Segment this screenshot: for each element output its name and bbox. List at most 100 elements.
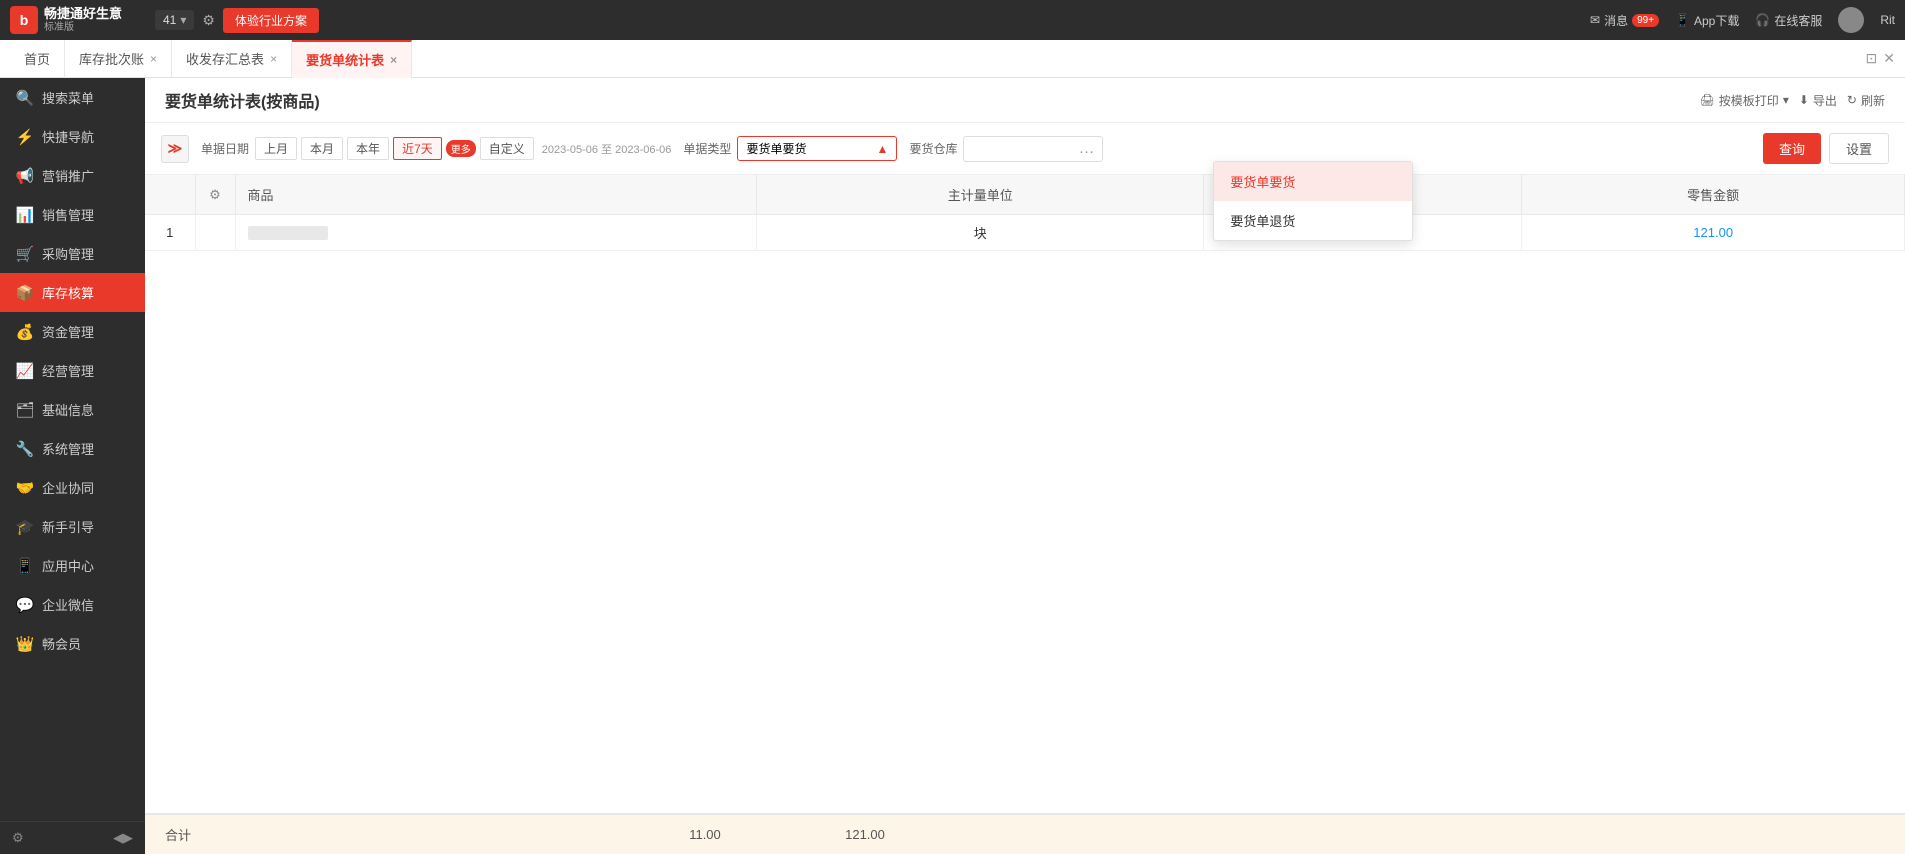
username-label: Rit — [1880, 13, 1895, 27]
sidebar-item-basic-info[interactable]: 🗂 基础信息 — [0, 390, 145, 429]
headset-icon: 🎧 — [1755, 13, 1770, 27]
date-btn-last-month[interactable]: 上月 — [255, 137, 297, 160]
export-button[interactable]: ⬇ 导出 — [1799, 92, 1837, 109]
header-middle: 41 ▾ ⚙ 体验行业方案 — [155, 8, 1590, 33]
th-index — [145, 175, 195, 215]
warehouse-filter-group: 要货仓库 … — [909, 136, 1103, 162]
refresh-button[interactable]: ↻ 刷新 — [1847, 92, 1885, 109]
type-filter-label: 单据类型 — [683, 140, 731, 157]
sidebar-item-members[interactable]: 👑 畅会员 — [0, 624, 145, 663]
mobile-icon: 📱 — [16, 557, 34, 575]
tab-receivables-summary[interactable]: 收发存汇总表 × — [172, 40, 292, 78]
sidebar-item-marketing[interactable]: 📢 营销推广 — [0, 156, 145, 195]
chat-icon: 💬 — [16, 596, 34, 614]
top-header: b 畅捷通好生意 标准版 41 ▾ ⚙ 体验行业方案 ✉ 消息 99+ 📱 Ap… — [0, 0, 1905, 40]
sidebar-item-inventory[interactable]: 📦 库存核算 — [0, 273, 145, 312]
tab-expand-icon[interactable]: ⊡ — [1866, 50, 1878, 67]
th-settings[interactable]: ⚙ — [195, 175, 235, 215]
gear-icon[interactable]: ⚙ — [202, 12, 215, 29]
print-icon: 🖨 — [1700, 93, 1715, 107]
settings-icon[interactable]: ⚙ — [12, 830, 24, 846]
lightning-icon: ⚡ — [16, 128, 34, 146]
date-filter-label: 单据日期 — [201, 140, 249, 157]
main-layout: 🔍 搜索菜单 ⚡ 快捷导航 📢 营销推广 📊 销售管理 🛒 采购管理 📦 — [0, 78, 1905, 854]
tenant-select[interactable]: 41 ▾ — [155, 10, 194, 30]
box-icon: 📦 — [16, 284, 34, 302]
wrench-icon: 🔧 — [16, 440, 34, 458]
th-product: 商品 — [235, 175, 757, 215]
tab-home[interactable]: 首页 — [10, 40, 65, 78]
sidebar-item-system[interactable]: 🔧 系统管理 — [0, 429, 145, 468]
message-button[interactable]: ✉ 消息 99+ — [1590, 12, 1659, 29]
collapse-icon[interactable]: ◀▶ — [113, 830, 133, 846]
chevron-down-icon: ▾ — [1783, 93, 1789, 107]
page-header: 要货单统计表(按商品) 🖨 按模板打印 ▾ ⬇ 导出 ↻ 刷新 — [145, 78, 1905, 123]
query-button[interactable]: 查询 — [1763, 133, 1821, 164]
expand-filter-button[interactable]: ≫ — [161, 135, 189, 163]
page-title: 要货单统计表(按商品) — [165, 88, 320, 122]
app-download-button[interactable]: 📱 App下载 — [1675, 12, 1739, 29]
sidebar-item-purchase[interactable]: 🛒 采购管理 — [0, 234, 145, 273]
sidebar-bottom: ⚙ ◀▶ — [0, 821, 145, 854]
chevron-up-icon: ▲ — [877, 142, 889, 156]
print-button[interactable]: 🖨 按模板打印 ▾ — [1700, 92, 1789, 109]
trial-button[interactable]: 体验行业方案 — [223, 8, 319, 33]
sidebar-item-enterprise-wx[interactable]: 💬 企业微信 — [0, 585, 145, 624]
sidebar-item-tutorial[interactable]: 🎓 新手引导 — [0, 507, 145, 546]
product-placeholder — [248, 226, 328, 240]
sidebar-scroll-area: 🔍 搜索菜单 ⚡ 快捷导航 📢 营销推广 📊 销售管理 🛒 采购管理 📦 — [0, 78, 145, 821]
date-btn-this-year[interactable]: 本年 — [347, 137, 389, 160]
th-amount: 零售金额 — [1522, 175, 1905, 215]
header-right: ✉ 消息 99+ 📱 App下载 🎧 在线客服 Rit — [1590, 7, 1895, 33]
online-service-button[interactable]: 🎧 在线客服 — [1755, 12, 1822, 29]
cart-icon: 🛒 — [16, 245, 34, 263]
crown-icon: 👑 — [16, 635, 34, 653]
date-btn-this-month[interactable]: 本月 — [301, 137, 343, 160]
date-more-badge[interactable]: 更多 — [446, 140, 476, 157]
sidebar-item-enterprise[interactable]: 🤝 企业协同 — [0, 468, 145, 507]
filter-actions: 查询 设置 — [1763, 133, 1889, 164]
table-footer: 合计 11.00 121.00 — [145, 813, 1905, 854]
row-amount: 121.00 — [1522, 215, 1905, 251]
more-icon: … — [1078, 140, 1094, 158]
type-option-order[interactable]: 要货单要货 — [1214, 162, 1412, 201]
message-badge: 99+ — [1632, 14, 1659, 27]
export-icon: ⬇ — [1799, 93, 1809, 107]
warehouse-select[interactable]: … — [963, 136, 1103, 162]
tab-inventory-batch[interactable]: 库存批次账 × — [65, 40, 172, 78]
tab-close-order-stats[interactable]: × — [390, 53, 397, 67]
type-select[interactable]: 要货单要货 ▲ — [737, 136, 897, 161]
tab-order-stats[interactable]: 要货单统计表 × — [292, 40, 412, 78]
tab-close-inventory-batch[interactable]: × — [150, 52, 157, 66]
th-unit: 主计量单位 — [757, 175, 1204, 215]
footer-amount: 121.00 — [785, 827, 945, 842]
type-dropdown: 要货单要货 要货单退货 — [1213, 161, 1413, 241]
table-row: 1 块 11.00 121.00 — [145, 215, 1905, 251]
type-option-return[interactable]: 要货单退货 — [1214, 201, 1412, 240]
sidebar-item-app-center[interactable]: 📱 应用中心 — [0, 546, 145, 585]
tab-close-receivables-summary[interactable]: × — [270, 52, 277, 66]
search-icon: 🔍 — [16, 89, 34, 107]
sidebar-item-sales[interactable]: 📊 销售管理 — [0, 195, 145, 234]
footer-quantity: 11.00 — [625, 827, 785, 842]
logo-icon: b — [10, 6, 38, 34]
trending-icon: 📈 — [16, 362, 34, 380]
megaphone-icon: 📢 — [16, 167, 34, 185]
data-table: ⚙ 商品 主计量单位 主数量 零售金额 1 块 — [145, 175, 1905, 251]
graduation-icon: 🎓 — [16, 518, 34, 536]
date-btn-7days[interactable]: 近7天 — [393, 137, 442, 160]
sidebar-item-finance[interactable]: 💰 资金管理 — [0, 312, 145, 351]
date-range-display: 2023-05-06 至 2023-06-06 — [542, 141, 672, 157]
avatar[interactable] — [1838, 7, 1864, 33]
sidebar-item-quick-nav[interactable]: ⚡ 快捷导航 — [0, 117, 145, 156]
sidebar-item-operations[interactable]: 📈 经营管理 — [0, 351, 145, 390]
footer-label: 合计 — [145, 825, 265, 844]
date-custom-button[interactable]: 自定义 — [480, 137, 534, 160]
page-header-actions: 🖨 按模板打印 ▾ ⬇ 导出 ↻ 刷新 — [1700, 92, 1885, 119]
type-filter-group: 单据类型 要货单要货 ▲ 要货单要货 要货单退货 — [683, 136, 897, 161]
row-index: 1 — [145, 215, 195, 251]
setting-button[interactable]: 设置 — [1829, 133, 1889, 164]
tab-close-all-icon[interactable]: ✕ — [1883, 50, 1895, 67]
sidebar-item-search[interactable]: 🔍 搜索菜单 — [0, 78, 145, 117]
sidebar: 🔍 搜索菜单 ⚡ 快捷导航 📢 营销推广 📊 销售管理 🛒 采购管理 📦 — [0, 78, 145, 854]
